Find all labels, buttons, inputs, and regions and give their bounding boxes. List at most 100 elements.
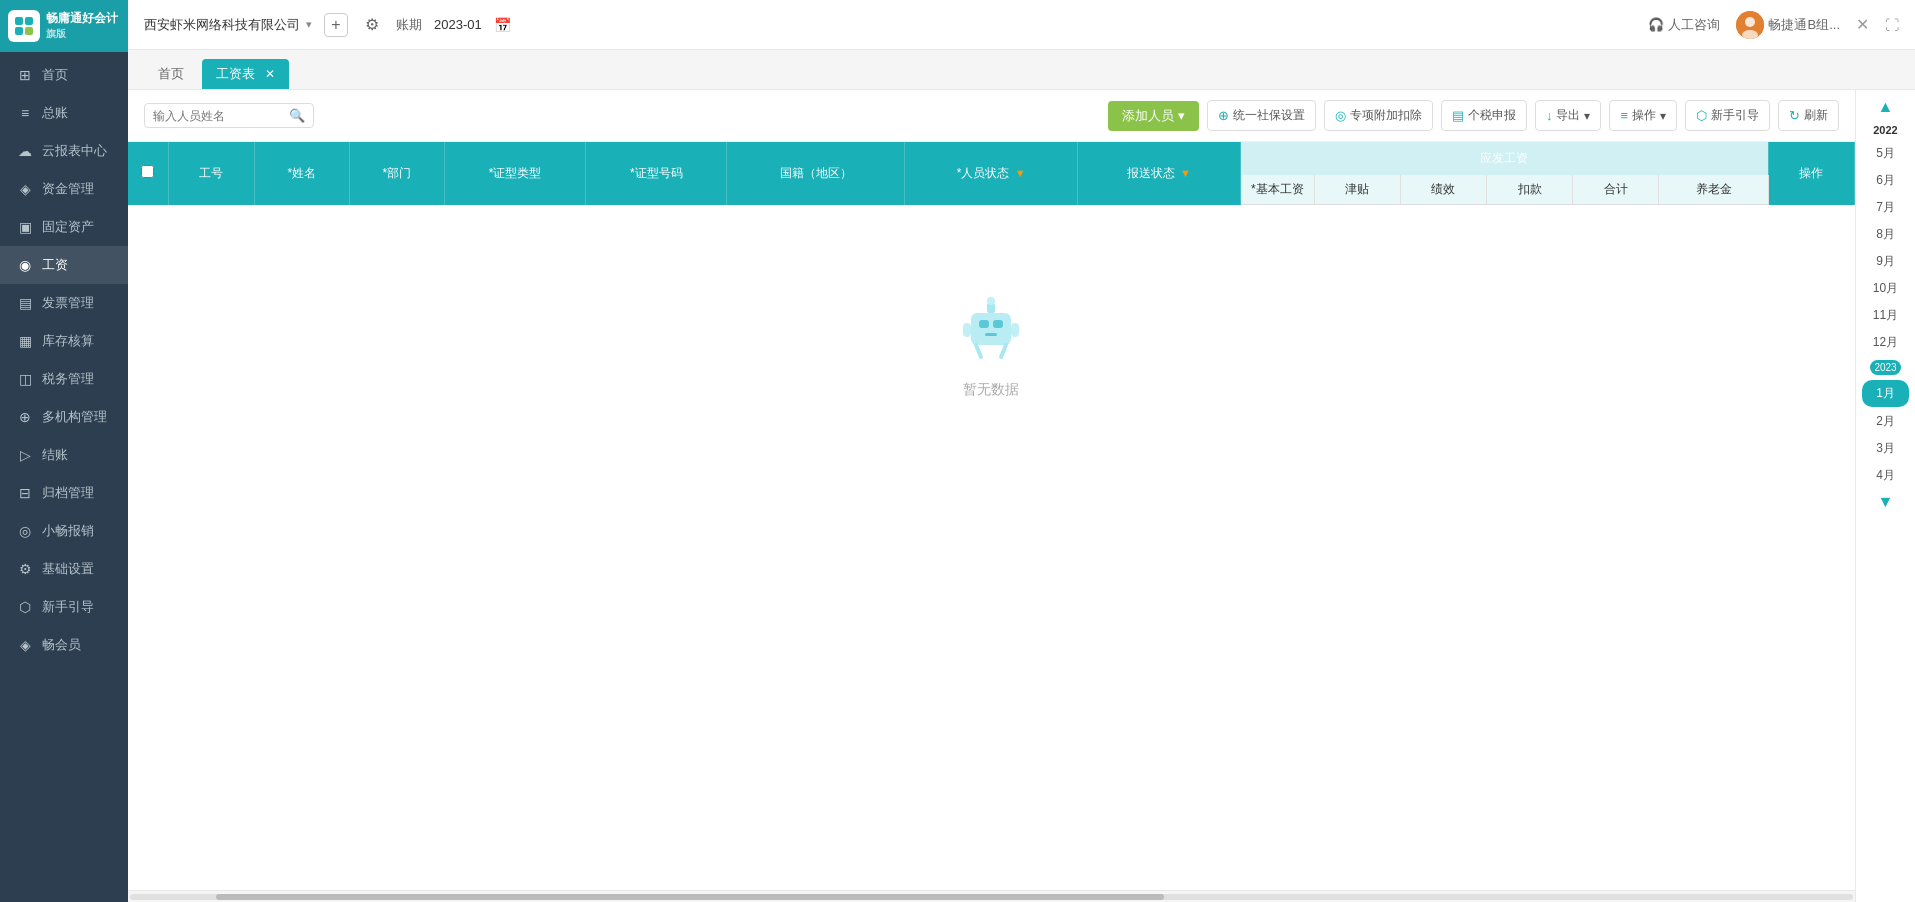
month-7[interactable]: 7月: [1856, 194, 1915, 221]
tab-salary[interactable]: 工资表 ✕: [202, 59, 289, 89]
tax-report-button[interactable]: ▤ 个税申报: [1441, 100, 1527, 131]
sidebar-item-archive[interactable]: ⊟ 归档管理: [0, 474, 128, 512]
col-id-number: *证型号码: [586, 142, 727, 205]
guide-button[interactable]: ⬡ 新手引导: [1685, 100, 1770, 131]
export-button[interactable]: ↓ 导出 ▾: [1535, 100, 1602, 131]
search-icon: 🔍: [289, 108, 305, 123]
panel-up-arrow[interactable]: ▲: [1874, 94, 1898, 120]
period-label: 账期: [396, 16, 422, 34]
sidebar-label-ledger: 总账: [42, 104, 68, 122]
header-right: 🎧 人工咨询 畅捷通B组... ✕ ⛶: [1648, 11, 1899, 39]
sidebar-item-guide[interactable]: ⬡ 新手引导: [0, 588, 128, 626]
month-1[interactable]: 1月: [1862, 380, 1909, 407]
ledger-icon: ≡: [16, 105, 34, 121]
sidebar-item-tax[interactable]: ◫ 税务管理: [0, 360, 128, 398]
company-selector[interactable]: 西安虾米网络科技有限公司 ▾: [144, 16, 312, 34]
month-2[interactable]: 2月: [1856, 408, 1915, 435]
app-name: 畅庸通好会计: [46, 11, 118, 27]
month-6[interactable]: 6月: [1856, 167, 1915, 194]
refresh-button[interactable]: ↻ 刷新: [1778, 100, 1839, 131]
tab-home[interactable]: 首页: [144, 59, 198, 89]
sidebar-item-fund[interactable]: ◈ 资金管理: [0, 170, 128, 208]
window-maximize-button[interactable]: ⛶: [1885, 17, 1899, 33]
status-filter-icon[interactable]: ▼: [1015, 167, 1026, 179]
guide-icon: ⬡: [16, 599, 34, 615]
sidebar-label-settings: 基础设置: [42, 560, 94, 578]
month-9[interactable]: 9月: [1856, 248, 1915, 275]
sidebar-item-member[interactable]: ◈ 畅会员: [0, 626, 128, 664]
refresh-icon: ↻: [1789, 108, 1800, 123]
sub-col-performance: 绩效: [1400, 175, 1486, 205]
calendar-icon[interactable]: 📅: [494, 17, 511, 33]
add-company-button[interactable]: +: [324, 13, 348, 37]
tab-home-label: 首页: [158, 66, 184, 81]
panel-down-arrow[interactable]: ▼: [1874, 489, 1898, 515]
col-salary-group: 应发工资: [1241, 142, 1769, 175]
table-wrapper: 工号 *姓名 *部门 *证型类型 *证型号码 国籍（地区） *人员状态 ▼: [128, 142, 1855, 890]
month-11[interactable]: 11月: [1856, 302, 1915, 329]
sidebar-item-settings[interactable]: ⚙ 基础设置: [0, 550, 128, 588]
prev-year-label: 2022: [1873, 120, 1897, 140]
col-number: 工号: [168, 142, 254, 205]
company-dropdown-icon: ▾: [306, 18, 312, 31]
user-menu[interactable]: 畅捷通B组...: [1736, 11, 1840, 39]
operations-button[interactable]: ≡ 操作 ▾: [1609, 100, 1677, 131]
sidebar-item-home[interactable]: ⊞ 首页: [0, 56, 128, 94]
col-report-status[interactable]: 报送状态 ▼: [1077, 142, 1240, 205]
sidebar-item-invoice[interactable]: ▤ 发票管理: [0, 284, 128, 322]
scrollbar-track[interactable]: [130, 894, 1853, 900]
social-security-button[interactable]: ⊕ 统一社保设置: [1207, 100, 1316, 131]
sidebar-item-cloud-report[interactable]: ☁ 云报表中心: [0, 132, 128, 170]
window-close-button[interactable]: ✕: [1856, 15, 1869, 34]
add-person-button[interactable]: 添加人员 ▾: [1108, 101, 1199, 131]
main-area: 西安虾米网络科技有限公司 ▾ + ⚙ 账期 2023-01 📅 🎧 人工咨询: [128, 0, 1915, 902]
month-10[interactable]: 10月: [1856, 275, 1915, 302]
month-12[interactable]: 12月: [1856, 329, 1915, 356]
export-icon: ↓: [1546, 108, 1553, 123]
app-logo: 畅庸通好会计 旗版: [0, 0, 128, 52]
special-deduction-button[interactable]: ◎ 专项附加扣除: [1324, 100, 1433, 131]
sidebar-item-ledger[interactable]: ≡ 总账: [0, 94, 128, 132]
company-name: 西安虾米网络科技有限公司: [144, 16, 300, 34]
sidebar-item-expense[interactable]: ◎ 小畅报销: [0, 512, 128, 550]
sidebar-nav: ⊞ 首页 ≡ 总账 ☁ 云报表中心 ◈ 资金管理 ▣ 固定资产 ◉ 工资 ▤ 发…: [0, 52, 128, 902]
sidebar-item-inventory[interactable]: ▦ 库存核算: [0, 322, 128, 360]
period-value: 2023-01: [434, 17, 482, 32]
month-3[interactable]: 3月: [1856, 435, 1915, 462]
col-nationality: 国籍（地区）: [727, 142, 905, 205]
sidebar-item-multi-org[interactable]: ⊕ 多机构管理: [0, 398, 128, 436]
month-4[interactable]: 4月: [1856, 462, 1915, 489]
support-label: 人工咨询: [1668, 16, 1720, 34]
cloud-icon: ☁: [16, 143, 34, 159]
search-box[interactable]: 🔍: [144, 103, 314, 128]
empty-icon: [951, 285, 1031, 365]
support-button[interactable]: 🎧 人工咨询: [1648, 16, 1720, 34]
tab-salary-close[interactable]: ✕: [265, 67, 275, 81]
horizontal-scrollbar[interactable]: [128, 890, 1855, 902]
svg-rect-7: [971, 313, 1011, 345]
scrollbar-thumb[interactable]: [216, 894, 1164, 900]
multi-org-icon: ⊕: [16, 409, 34, 425]
sidebar-label-tax: 税务管理: [42, 370, 94, 388]
svg-rect-2: [15, 27, 23, 35]
close-period-icon: ▷: [16, 447, 34, 463]
sidebar-item-asset[interactable]: ▣ 固定资产: [0, 208, 128, 246]
sidebar-label-expense: 小畅报销: [42, 522, 94, 540]
sidebar-item-salary[interactable]: ◉ 工资: [0, 246, 128, 284]
month-5[interactable]: 5月: [1856, 140, 1915, 167]
toolbar: 🔍 添加人员 ▾ ⊕ 统一社保设置 ◎ 专项附加扣除: [128, 90, 1855, 142]
logo-icon: [8, 10, 40, 42]
tax-icon: ▤: [1452, 108, 1464, 123]
col-status[interactable]: *人员状态 ▼: [905, 142, 1077, 205]
select-all-checkbox[interactable]: [141, 165, 154, 178]
search-input[interactable]: [153, 109, 283, 123]
select-all-header[interactable]: [128, 142, 168, 205]
report-filter-icon[interactable]: ▼: [1180, 167, 1191, 179]
month-8[interactable]: 8月: [1856, 221, 1915, 248]
company-settings-button[interactable]: ⚙: [360, 13, 384, 37]
sidebar-item-close[interactable]: ▷ 结账: [0, 436, 128, 474]
invoice-icon: ▤: [16, 295, 34, 311]
member-icon: ◈: [16, 637, 34, 653]
col-department: *部门: [349, 142, 444, 205]
col-name: *姓名: [254, 142, 349, 205]
